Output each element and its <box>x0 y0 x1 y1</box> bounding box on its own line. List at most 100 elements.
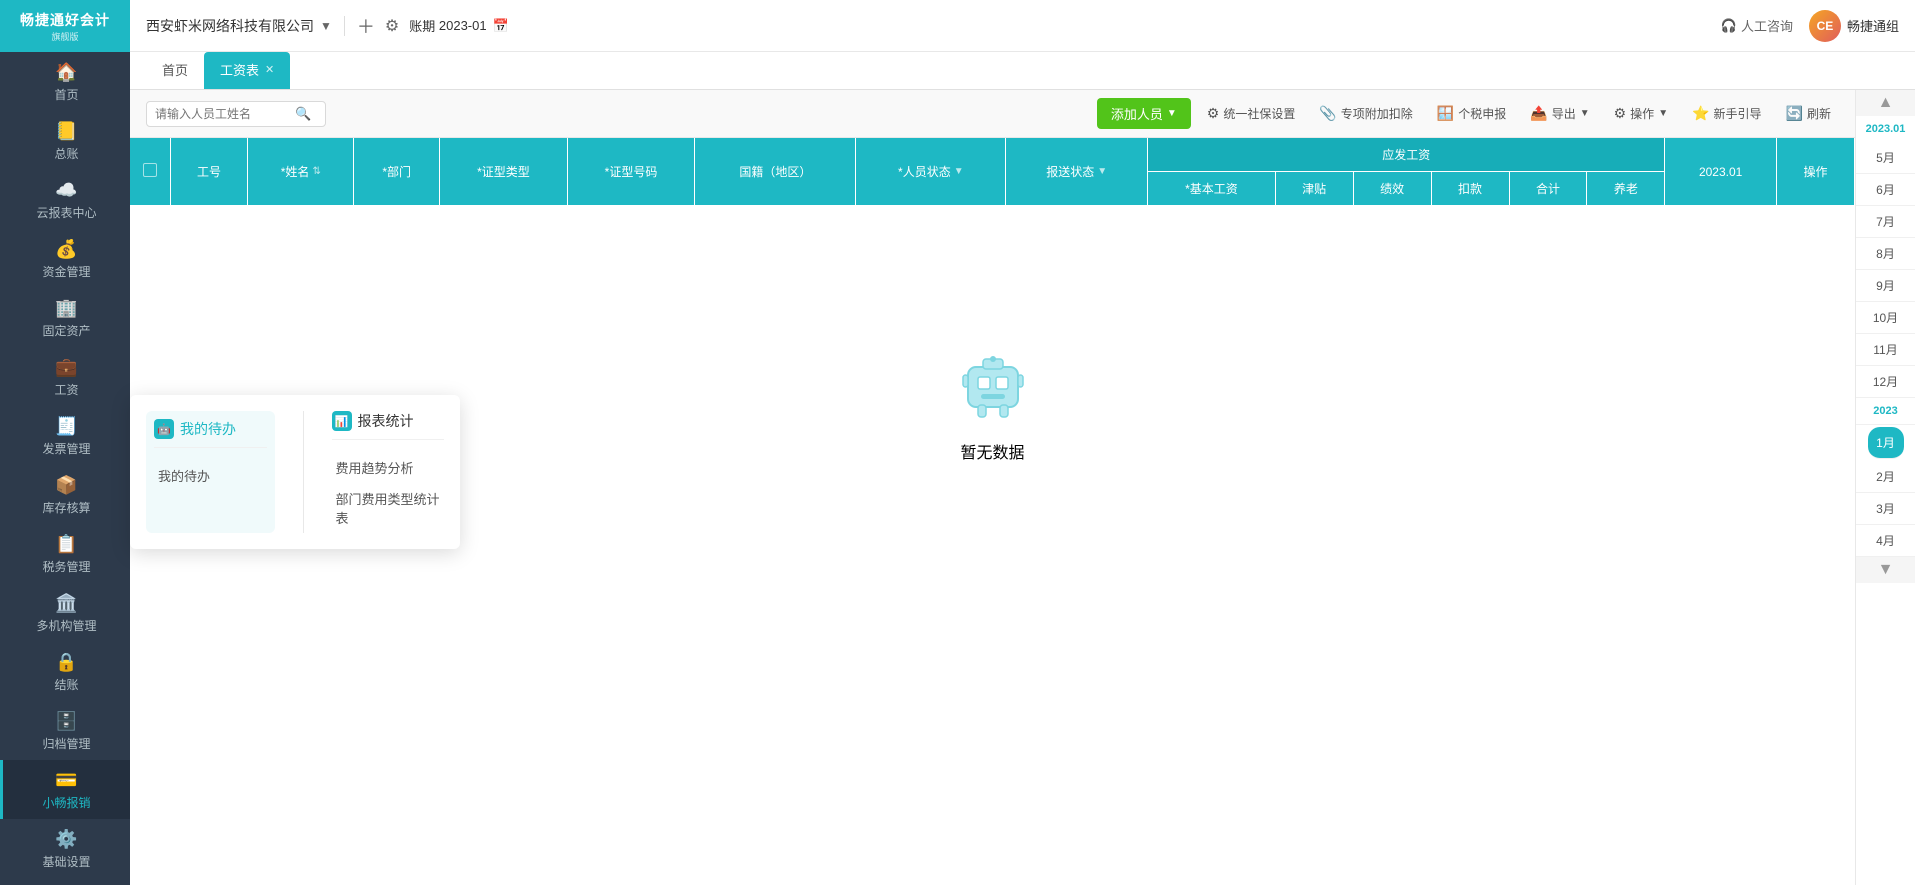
popup-dept-cost[interactable]: 部门费用类型统计表 <box>332 483 445 533</box>
popup-section: 🤖 我的待办 我的待办 📊 报表统计 费用趋势分析 部门费用类型统计表 <box>146 411 444 533</box>
fund-icon: 💰 <box>55 239 77 260</box>
popup-divider <box>303 411 304 533</box>
period-selector[interactable]: 账期 2023-01 📅 <box>409 16 509 35</box>
export-dropdown-icon: ▼ <box>1580 108 1590 119</box>
salary-table: 工号 *姓名 ⇅ *部门 *证型类型 *证型号码 国籍（地区） <box>130 138 1855 205</box>
tab-close-icon[interactable]: ✕ <box>265 63 274 76</box>
month-item-8[interactable]: 8月 <box>1856 238 1915 270</box>
th-report-status: 报送状态 ▼ <box>1006 138 1148 205</box>
sidebar-item-ledger[interactable]: 📒 总账 <box>0 111 130 170</box>
tab-salary-table[interactable]: 工资表 ✕ <box>204 52 290 89</box>
add-person-label: 添加人员 <box>1111 104 1163 123</box>
user-menu[interactable]: CE 畅捷通组 <box>1809 10 1899 42</box>
sidebar: 畅捷通好会计 旗舰版 🏠 首页 📒 总账 ☁️ 云报表中心 💰 资金管理 🏢 固… <box>0 0 130 885</box>
sidebar-item-fixed-assets[interactable]: 🏢 固定资产 <box>0 288 130 347</box>
th-allowance: 津贴 <box>1275 172 1353 206</box>
guide-action[interactable]: ⭐ 新手引导 <box>1684 101 1769 126</box>
topbar-add-button[interactable]: ＋ <box>357 13 375 39</box>
sidebar-item-tax[interactable]: 📋 税务管理 <box>0 524 130 583</box>
sidebar-item-fund[interactable]: 💰 资金管理 <box>0 229 130 288</box>
select-all-checkbox[interactable] <box>143 163 157 177</box>
popup-reports-icon: 📊 <box>332 411 352 431</box>
export-label: 导出 <box>1552 105 1576 122</box>
search-input[interactable] <box>155 107 295 121</box>
month-item-11[interactable]: 11月 <box>1856 334 1915 366</box>
search-icon[interactable]: 🔍 <box>295 106 311 122</box>
avatar: CE <box>1809 10 1841 42</box>
sidebar-item-archive[interactable]: 🗄️ 归档管理 <box>0 701 130 760</box>
month-item-feb[interactable]: 2月 <box>1856 461 1915 493</box>
special-deduction-action[interactable]: 📎 专项附加扣除 <box>1311 101 1420 126</box>
sidebar-label-fixed-assets: 固定资产 <box>42 322 90 339</box>
sidebar-label-salary: 工资 <box>54 381 78 398</box>
fixed-assets-icon: 🏢 <box>55 298 77 319</box>
month-item-6[interactable]: 6月 <box>1856 174 1915 206</box>
special-deduction-icon: 📎 <box>1319 105 1336 122</box>
sidebar-item-invoice[interactable]: 🧾 发票管理 <box>0 406 130 465</box>
sidebar-item-cloud-report[interactable]: ☁️ 云报表中心 <box>0 170 130 229</box>
sidebar-item-basic[interactable]: ⚙️ 基础设置 <box>0 819 130 878</box>
report-filter-icon[interactable]: ▼ <box>1097 166 1107 177</box>
th-bonus: 绩效 <box>1353 172 1431 206</box>
sidebar-label-ledger: 总账 <box>54 145 78 162</box>
th-dept: *部门 <box>354 138 440 205</box>
th-status-label: *人员状态 <box>898 163 951 180</box>
sidebar-item-inventory[interactable]: 📦 库存核算 <box>0 465 130 524</box>
sidebar-item-close[interactable]: 🔒 结账 <box>0 642 130 701</box>
tax-report-label: 个税申报 <box>1458 105 1506 122</box>
close-icon: 🔒 <box>55 652 77 673</box>
social-security-action[interactable]: ⚙ 统一社保设置 <box>1199 101 1304 126</box>
tab-home[interactable]: 首页 <box>146 52 204 89</box>
logo-sub: 旗舰版 <box>51 30 78 43</box>
sidebar-label-cloud-report: 云报表中心 <box>36 204 96 221</box>
logo-title: 畅捷通好会计 <box>20 10 110 30</box>
th-name: *姓名 ⇅ <box>248 138 354 205</box>
xiaochang-popup: 🤖 我的待办 我的待办 📊 报表统计 费用趋势分析 部门费用类型统计表 <box>130 395 460 549</box>
refresh-action[interactable]: 🔄 刷新 <box>1778 101 1839 126</box>
export-action[interactable]: 📤 导出 ▼ <box>1522 101 1597 126</box>
operation-action[interactable]: ⚙ 操作 ▼ <box>1606 101 1676 126</box>
add-person-button[interactable]: 添加人员 ▼ <box>1097 98 1191 129</box>
th-checkbox[interactable] <box>130 138 170 205</box>
sidebar-item-home[interactable]: 🏠 首页 <box>0 52 130 111</box>
popup-reports-header: 📊 报表统计 <box>332 411 445 440</box>
month-item-10[interactable]: 10月 <box>1856 302 1915 334</box>
popup-todo-item[interactable]: 我的待办 <box>154 460 267 491</box>
sidebar-label-home: 首页 <box>54 86 78 103</box>
company-selector[interactable]: 西安虾米网络科技有限公司 ▼ <box>146 16 332 36</box>
month-nav-up[interactable]: ▲ <box>1856 90 1915 116</box>
th-total: 合计 <box>1509 172 1587 206</box>
sidebar-label-xiaochang: 小畅报销 <box>42 794 90 811</box>
sidebar-item-salary[interactable]: 💼 工资 <box>0 347 130 406</box>
search-box[interactable]: 🔍 <box>146 101 326 127</box>
calendar-icon: 📅 <box>493 18 509 34</box>
name-sort-icon[interactable]: ⇅ <box>312 166 320 177</box>
month-nav-down[interactable]: ▼ <box>1856 557 1915 583</box>
multi-org-icon: 🏛️ <box>55 593 77 614</box>
empty-text: 暂无数据 <box>960 439 1024 463</box>
status-filter-icon[interactable]: ▼ <box>954 166 964 177</box>
month-item-jan-active[interactable]: 1月 <box>1868 427 1904 459</box>
sidebar-label-multi-org: 多机构管理 <box>36 617 96 634</box>
support-button[interactable]: 🎧 人工咨询 <box>1721 16 1793 35</box>
th-nationality: 国籍（地区） <box>695 138 856 205</box>
sidebar-item-guide[interactable]: ▶️ 新手引导 <box>0 878 130 885</box>
th-idtype: *证型类型 <box>440 138 568 205</box>
month-item-mar[interactable]: 3月 <box>1856 493 1915 525</box>
tax-report-action[interactable]: 🪟 个税申报 <box>1429 101 1514 126</box>
sidebar-item-multi-org[interactable]: 🏛️ 多机构管理 <box>0 583 130 642</box>
month-item-12[interactable]: 12月 <box>1856 366 1915 398</box>
topbar-gear-button[interactable]: ⚙ <box>385 16 399 36</box>
th-status: *人员状态 ▼ <box>856 138 1006 205</box>
sidebar-item-xiaochang[interactable]: 💳 小畅报销 <box>0 760 130 819</box>
popup-col-todo: 🤖 我的待办 我的待办 <box>146 411 275 533</box>
month-item-9[interactable]: 9月 <box>1856 270 1915 302</box>
tabbar: 首页 工资表 ✕ <box>130 52 1915 90</box>
month-panel: ▲ 2023.01 5月 6月 7月 8月 9月 10月 11月 12月 202… <box>1855 90 1915 885</box>
toolbar: 🔍 添加人员 ▼ ⚙ 统一社保设置 📎 专项附加扣除 🪟 个税申报 <box>130 90 1855 138</box>
operation-label: 操作 <box>1630 105 1654 122</box>
month-item-7[interactable]: 7月 <box>1856 206 1915 238</box>
popup-cost-trend[interactable]: 费用趋势分析 <box>332 452 445 483</box>
month-item-apr[interactable]: 4月 <box>1856 525 1915 557</box>
month-item-5[interactable]: 5月 <box>1856 142 1915 174</box>
